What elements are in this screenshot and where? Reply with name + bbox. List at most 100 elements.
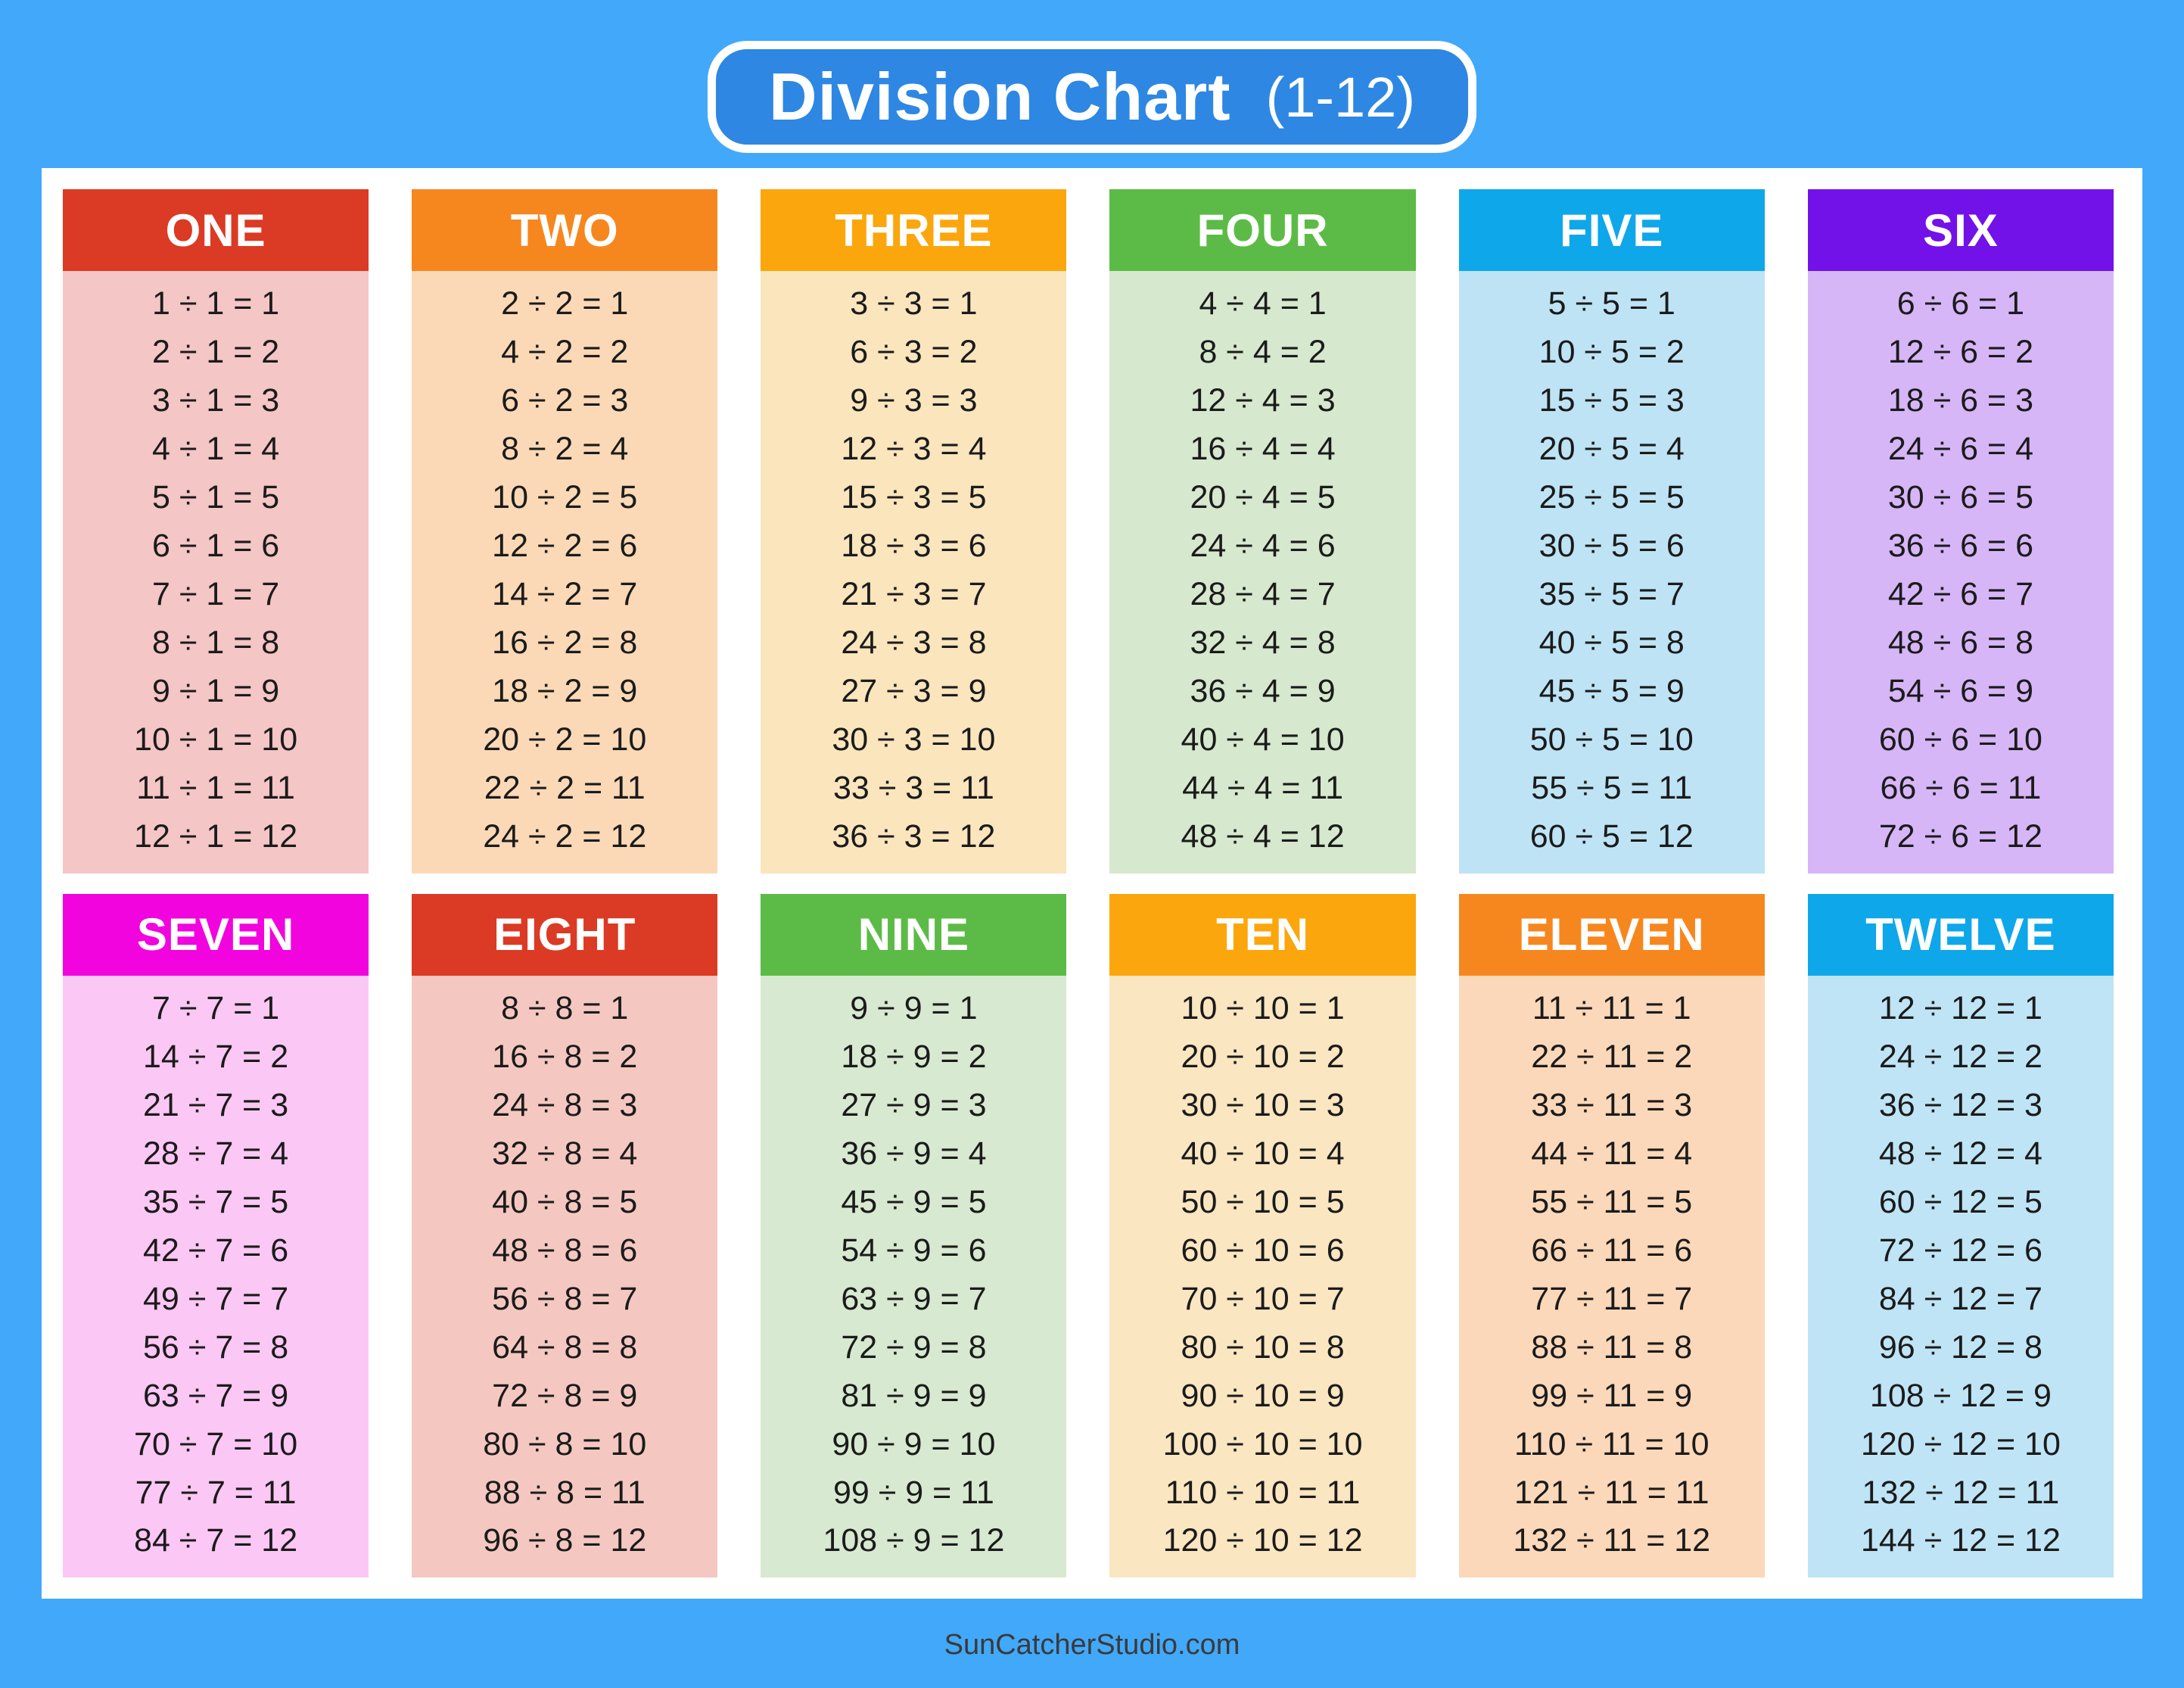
equation: 66 ÷ 11 = 6 [1459,1235,1765,1267]
division-chart-poster: Division Chart (1-12) ONE 1 ÷ 1 = 12 ÷ 1… [0,0,2184,1688]
card-nine: NINE 9 ÷ 9 = 118 ÷ 9 = 227 ÷ 9 = 336 ÷ 9… [761,894,1066,1578]
equation: 14 ÷ 7 = 2 [63,1041,369,1073]
equation: 48 ÷ 12 = 4 [1808,1138,2114,1170]
equation: 30 ÷ 6 = 5 [1808,481,2114,514]
equation: 8 ÷ 1 = 8 [63,627,369,659]
footer-credit: SunCatcherStudio.com [0,1629,2184,1662]
equation: 6 ÷ 3 = 2 [761,336,1066,369]
equation: 42 ÷ 6 = 7 [1808,578,2114,611]
card-header: NINE [761,894,1066,976]
equation: 18 ÷ 6 = 3 [1808,385,2114,417]
equation: 6 ÷ 2 = 3 [412,385,717,417]
equation: 35 ÷ 7 = 5 [63,1186,369,1219]
card-twelve: TWELVE 12 ÷ 12 = 124 ÷ 12 = 236 ÷ 12 = 3… [1808,894,2114,1578]
card-eight: EIGHT 8 ÷ 8 = 116 ÷ 8 = 224 ÷ 8 = 332 ÷ … [412,894,717,1578]
card-header: ELEVEN [1459,894,1765,976]
equation: 63 ÷ 9 = 7 [761,1283,1066,1316]
equation: 7 ÷ 1 = 7 [63,578,369,611]
equation: 108 ÷ 12 = 9 [1808,1380,2114,1412]
equation: 48 ÷ 6 = 8 [1808,627,2114,659]
equation: 6 ÷ 6 = 1 [1808,288,2114,320]
equation: 70 ÷ 7 = 10 [63,1428,369,1461]
equation: 12 ÷ 3 = 4 [761,433,1066,466]
equation: 120 ÷ 10 = 12 [1109,1524,1415,1557]
card-body: 11 ÷ 11 = 122 ÷ 11 = 233 ÷ 11 = 344 ÷ 11… [1459,976,1765,1578]
equation: 22 ÷ 2 = 11 [412,772,717,805]
equation: 72 ÷ 12 = 6 [1808,1235,2114,1267]
equation: 36 ÷ 12 = 3 [1808,1089,2114,1122]
equation: 48 ÷ 8 = 6 [412,1235,717,1267]
equation: 40 ÷ 8 = 5 [412,1186,717,1219]
equation: 64 ÷ 8 = 8 [412,1331,717,1364]
card-six: SIX 6 ÷ 6 = 112 ÷ 6 = 218 ÷ 6 = 324 ÷ 6 … [1808,189,2114,874]
equation: 9 ÷ 9 = 1 [761,992,1066,1025]
equation: 5 ÷ 1 = 5 [63,481,369,514]
equation: 25 ÷ 5 = 5 [1459,481,1765,514]
equation: 4 ÷ 2 = 2 [412,336,717,369]
equation: 18 ÷ 2 = 9 [412,675,717,708]
card-body: 12 ÷ 12 = 124 ÷ 12 = 236 ÷ 12 = 348 ÷ 12… [1808,976,2114,1578]
equation: 60 ÷ 5 = 12 [1459,821,1765,853]
equation: 40 ÷ 5 = 8 [1459,627,1765,659]
equation: 30 ÷ 5 = 6 [1459,530,1765,562]
card-header: FIVE [1459,189,1765,271]
title-box: Division Chart (1-12) [708,41,1476,153]
equation: 50 ÷ 5 = 10 [1459,724,1765,756]
equation: 60 ÷ 6 = 10 [1808,724,2114,756]
equation: 80 ÷ 8 = 10 [412,1428,717,1461]
card-header: TEN [1109,894,1415,976]
equation: 16 ÷ 2 = 8 [412,627,717,659]
card-header: EIGHT [412,894,717,976]
equation: 70 ÷ 10 = 7 [1109,1283,1415,1316]
cards-grid: ONE 1 ÷ 1 = 12 ÷ 1 = 23 ÷ 1 = 34 ÷ 1 = 4… [63,189,2114,1577]
equation: 40 ÷ 4 = 10 [1109,724,1415,756]
equation: 54 ÷ 9 = 6 [761,1235,1066,1267]
equation: 6 ÷ 1 = 6 [63,530,369,562]
equation: 5 ÷ 5 = 1 [1459,288,1765,320]
equation: 24 ÷ 12 = 2 [1808,1041,2114,1073]
equation: 36 ÷ 6 = 6 [1808,530,2114,562]
equation: 100 ÷ 10 = 10 [1109,1428,1415,1461]
equation: 28 ÷ 7 = 4 [63,1138,369,1170]
card-body: 10 ÷ 10 = 120 ÷ 10 = 230 ÷ 10 = 340 ÷ 10… [1109,976,1415,1578]
page-title: Division Chart [769,58,1231,135]
equation: 72 ÷ 8 = 9 [412,1380,717,1412]
equation: 12 ÷ 2 = 6 [412,530,717,562]
equation: 55 ÷ 5 = 11 [1459,772,1765,805]
equation: 56 ÷ 7 = 8 [63,1331,369,1364]
equation: 21 ÷ 3 = 7 [761,578,1066,611]
card-body: 8 ÷ 8 = 116 ÷ 8 = 224 ÷ 8 = 332 ÷ 8 = 44… [412,976,717,1578]
equation: 99 ÷ 9 = 11 [761,1477,1066,1509]
card-header: TWO [412,189,717,271]
card-body: 2 ÷ 2 = 14 ÷ 2 = 26 ÷ 2 = 38 ÷ 2 = 410 ÷… [412,271,717,874]
equation: 12 ÷ 1 = 12 [63,821,369,853]
card-ten: TEN 10 ÷ 10 = 120 ÷ 10 = 230 ÷ 10 = 340 … [1109,894,1415,1578]
equation: 30 ÷ 10 = 3 [1109,1089,1415,1122]
equation: 80 ÷ 10 = 8 [1109,1331,1415,1364]
equation: 36 ÷ 9 = 4 [761,1138,1066,1170]
equation: 42 ÷ 7 = 6 [63,1235,369,1267]
equation: 84 ÷ 7 = 12 [63,1524,369,1557]
equation: 27 ÷ 9 = 3 [761,1089,1066,1122]
equation: 96 ÷ 8 = 12 [412,1524,717,1557]
equation: 20 ÷ 10 = 2 [1109,1041,1415,1073]
equation: 30 ÷ 3 = 10 [761,724,1066,756]
equation: 63 ÷ 7 = 9 [63,1380,369,1412]
card-body: 3 ÷ 3 = 16 ÷ 3 = 29 ÷ 3 = 312 ÷ 3 = 415 … [761,271,1066,874]
equation: 90 ÷ 10 = 9 [1109,1380,1415,1412]
equation: 9 ÷ 1 = 9 [63,675,369,708]
equation: 96 ÷ 12 = 8 [1808,1331,2114,1364]
equation: 12 ÷ 6 = 2 [1808,336,2114,369]
equation: 55 ÷ 11 = 5 [1459,1186,1765,1219]
equation: 44 ÷ 11 = 4 [1459,1138,1765,1170]
equation: 36 ÷ 4 = 9 [1109,675,1415,708]
equation: 27 ÷ 3 = 9 [761,675,1066,708]
equation: 77 ÷ 7 = 11 [63,1477,369,1509]
equation: 48 ÷ 4 = 12 [1109,821,1415,853]
equation: 45 ÷ 9 = 5 [761,1186,1066,1219]
card-one: ONE 1 ÷ 1 = 12 ÷ 1 = 23 ÷ 1 = 34 ÷ 1 = 4… [63,189,369,874]
equation: 54 ÷ 6 = 9 [1808,675,2114,708]
equation: 32 ÷ 8 = 4 [412,1138,717,1170]
equation: 10 ÷ 1 = 10 [63,724,369,756]
equation: 18 ÷ 3 = 6 [761,530,1066,562]
